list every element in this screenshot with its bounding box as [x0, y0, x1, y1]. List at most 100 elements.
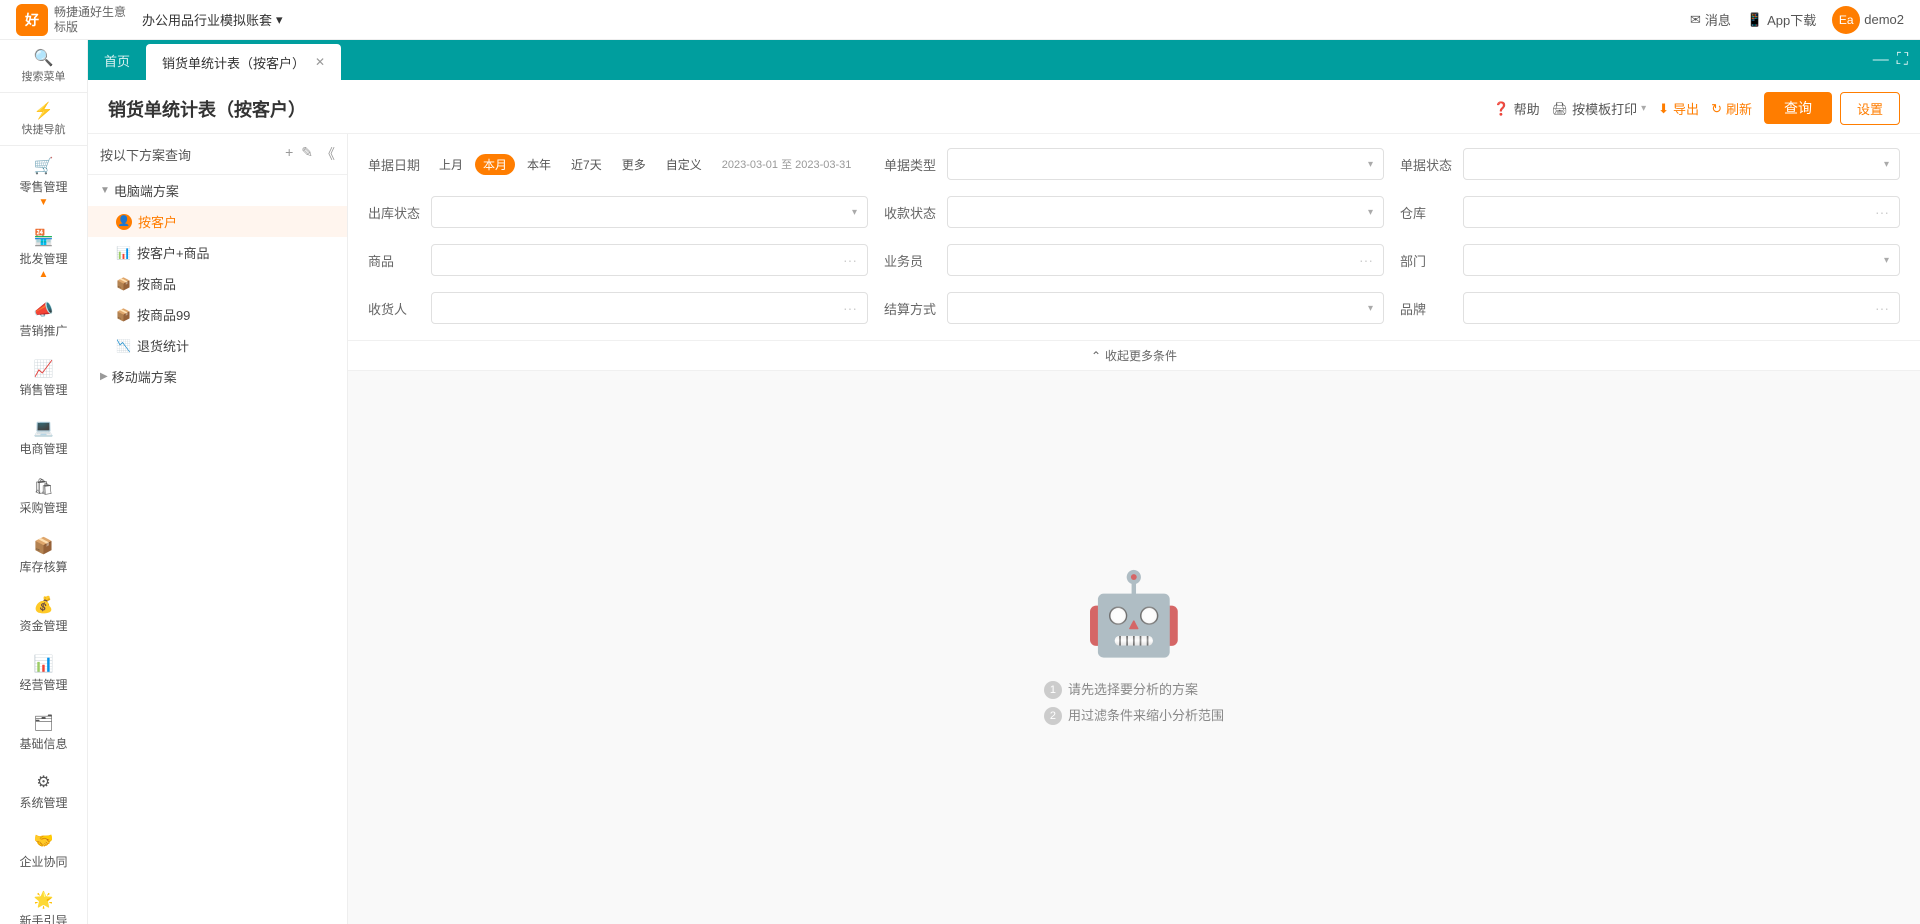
tree-item-return-stats[interactable]: 📉 退货统计 — [88, 330, 347, 361]
doc-status-select[interactable]: ▾ — [1463, 148, 1900, 180]
sidebar-item-wholesale[interactable]: 🏪 批发管理 ▲ — [0, 218, 87, 290]
filter-sales-person: 业务员 ··· — [884, 244, 1384, 276]
chevron-down-icon: ▾ — [1368, 207, 1373, 218]
sidebar-item-basic[interactable]: 🗂 基础信息 — [0, 703, 87, 762]
message-button[interactable]: ✉ 消息 — [1690, 10, 1731, 29]
settings-button[interactable]: 设置 — [1840, 92, 1900, 125]
content-main: 单据日期 上月 本月 本年 近7天 更多 自定义 — [348, 134, 1920, 924]
panel-collapse-button[interactable]: 《 — [321, 144, 335, 164]
receiver-input[interactable]: ··· — [431, 292, 868, 324]
filter-row-4: 收货人 ··· 结算方式 — [368, 292, 1900, 324]
date-btn-this-year[interactable]: 本年 — [519, 154, 559, 175]
tree-item-customer-goods[interactable]: 📊 按客户+商品 — [88, 237, 347, 268]
tab-bar: 首页 销货单统计表（按客户） ✕ — ⛶ — [88, 40, 1920, 80]
sidebar-quick-nav[interactable]: ⚡ 快捷导航 — [0, 93, 87, 146]
tab-close-button[interactable]: ✕ — [315, 55, 325, 69]
tree-item-by-goods[interactable]: 📦 按商品 — [88, 268, 347, 299]
help-button[interactable]: ❓ 帮助 — [1493, 99, 1539, 118]
tab-maximize-button[interactable]: ⛶ — [1897, 51, 1908, 69]
filter-dept: 部门 ▾ — [1400, 244, 1900, 276]
filter-settle-method: 结算方式 ▾ — [884, 292, 1384, 324]
sidebar-search[interactable]: 🔍 搜索菜单 — [0, 40, 87, 93]
filter-date: 单据日期 上月 本月 本年 近7天 更多 自定义 — [368, 154, 868, 175]
user-menu[interactable]: Ea demo2 — [1832, 6, 1904, 34]
dots-icon: ··· — [1359, 252, 1373, 268]
sidebar-item-ecommerce[interactable]: 💻 电商管理 — [0, 408, 87, 467]
top-bar: 好 畅捷通好生意 标版 办公用品行业模拟账套 ▾ ✉ 消息 📱 App下载 E — [0, 0, 1920, 40]
chevron-down-icon: ▾ — [852, 207, 857, 218]
tree-category-desktop[interactable]: ▼ 电脑端方案 — [88, 175, 347, 206]
goods-input[interactable]: ··· — [431, 244, 868, 276]
dept-select[interactable]: ▾ — [1463, 244, 1900, 276]
panel-icons: + ✎ 《 — [285, 144, 335, 164]
sidebar-item-purchase[interactable]: 🛍 采购管理 — [0, 467, 87, 526]
date-btn-last-month[interactable]: 上月 — [431, 154, 471, 175]
refresh-button[interactable]: ↻ 刷新 — [1711, 99, 1752, 118]
top-bar-right: ✉ 消息 📱 App下载 Ea demo2 — [1690, 6, 1904, 34]
sales-person-input[interactable]: ··· — [947, 244, 1384, 276]
chevron-down-icon: ▾ — [1884, 159, 1889, 170]
chevron-down-icon: ▾ — [1368, 159, 1373, 170]
date-range-text: 2023-03-01 至 2023-03-31 — [722, 156, 852, 172]
tab-minimize-button[interactable]: — — [1873, 51, 1889, 69]
filter-receiver: 收货人 ··· — [368, 292, 868, 324]
date-btn-custom[interactable]: 自定义 — [658, 154, 710, 175]
panel-header: 按以下方案查询 + ✎ 《 — [88, 134, 347, 175]
sidebar-item-system[interactable]: ⚙ 系统管理 — [0, 762, 87, 821]
settle-method-select[interactable]: ▾ — [947, 292, 1384, 324]
date-btn-7days[interactable]: 近7天 — [563, 154, 610, 175]
page-header: 销货单统计表（按客户） ❓ 帮助 🖨 按模板打印 ▾ ⬇ 导出 — [88, 80, 1920, 134]
left-panel: 按以下方案查询 + ✎ 《 ▼ 电脑端方案 👤 — [88, 134, 348, 924]
industry-selector[interactable]: 办公用品行业模拟账套 ▾ — [134, 6, 291, 33]
filter-warehouse: 仓库 ··· — [1400, 196, 1900, 228]
logo-area: 好 畅捷通好生意 标版 — [16, 4, 126, 36]
dots-icon: ··· — [843, 300, 857, 316]
warehouse-input[interactable]: ··· — [1463, 196, 1900, 228]
export-button[interactable]: ⬇ 导出 — [1658, 99, 1699, 118]
brand-input[interactable]: ··· — [1463, 292, 1900, 324]
sidebar-item-marketing[interactable]: 📣 营销推广 — [0, 290, 87, 349]
content-body: 按以下方案查询 + ✎ 《 ▼ 电脑端方案 👤 — [88, 134, 1920, 924]
tab-bar-actions: — ⛶ — [1873, 51, 1920, 69]
sidebar-item-operation[interactable]: 📊 经营管理 — [0, 644, 87, 703]
tree-category-mobile[interactable]: ▶ 移动端方案 — [88, 361, 347, 392]
tree-item-goods99[interactable]: 📦 按商品99 — [88, 299, 347, 330]
app-download-button[interactable]: 📱 App下载 — [1747, 10, 1816, 29]
date-btn-this-month[interactable]: 本月 — [475, 154, 515, 175]
tab-sales-stat[interactable]: 销货单统计表（按客户） ✕ — [146, 44, 341, 80]
query-button[interactable]: 查询 — [1764, 92, 1832, 124]
empty-illustration: 🤖 — [1084, 567, 1184, 661]
empty-hint: 1 请先选择要分析的方案 2 用过滤条件来缩小分析范围 — [1044, 677, 1224, 729]
filter-doc-type: 单据类型 ▾ — [884, 148, 1384, 180]
filter-collapse-bar[interactable]: ⌃ 收起更多条件 — [348, 340, 1920, 370]
sidebar-item-enterprise[interactable]: 🤝 企业协同 — [0, 821, 87, 880]
dots-icon: ··· — [843, 252, 857, 268]
collect-status-select[interactable]: ▾ — [947, 196, 1384, 228]
filter-row-1: 单据日期 上月 本月 本年 近7天 更多 自定义 — [368, 148, 1900, 180]
sidebar-item-finance[interactable]: 💰 资金管理 — [0, 585, 87, 644]
print-button[interactable]: 🖨 按模板打印 ▾ — [1552, 99, 1647, 118]
panel-add-button[interactable]: + — [285, 144, 293, 164]
tree-item-by-customer[interactable]: 👤 按客户 — [88, 206, 347, 237]
logo-text: 畅捷通好生意 标版 — [54, 5, 126, 34]
filter-row-2: 出库状态 ▾ 收款状态 — [368, 196, 1900, 228]
page-title: 销货单统计表（按客户） — [108, 96, 306, 122]
out-status-select[interactable]: ▾ — [431, 196, 868, 228]
filter-section: 单据日期 上月 本月 本年 近7天 更多 自定义 — [348, 134, 1920, 371]
date-buttons: 上月 本月 本年 近7天 更多 自定义 — [431, 154, 710, 175]
filter-brand: 品牌 ··· — [1400, 292, 1900, 324]
query-settings-group: 查询 设置 — [1764, 92, 1900, 125]
date-btn-more[interactable]: 更多 — [614, 154, 654, 175]
sidebar-item-newuser[interactable]: 🌟 新手引导 — [0, 880, 87, 924]
avatar: Ea — [1832, 6, 1860, 34]
panel-edit-button[interactable]: ✎ — [301, 144, 313, 164]
doc-type-select[interactable]: ▾ — [947, 148, 1384, 180]
tab-home[interactable]: 首页 — [88, 40, 146, 80]
sidebar-item-inventory[interactable]: 📦 库存核算 — [0, 526, 87, 585]
chevron-down-icon: ▾ — [1884, 255, 1889, 266]
sidebar-item-sales[interactable]: 📈 销售管理 — [0, 349, 87, 408]
filter-row-3: 商品 ··· 业务员 — [368, 244, 1900, 276]
filter-goods: 商品 ··· — [368, 244, 868, 276]
filter-out-status: 出库状态 ▾ — [368, 196, 868, 228]
sidebar-item-retail[interactable]: 🛒 零售管理 ▼ — [0, 146, 87, 218]
